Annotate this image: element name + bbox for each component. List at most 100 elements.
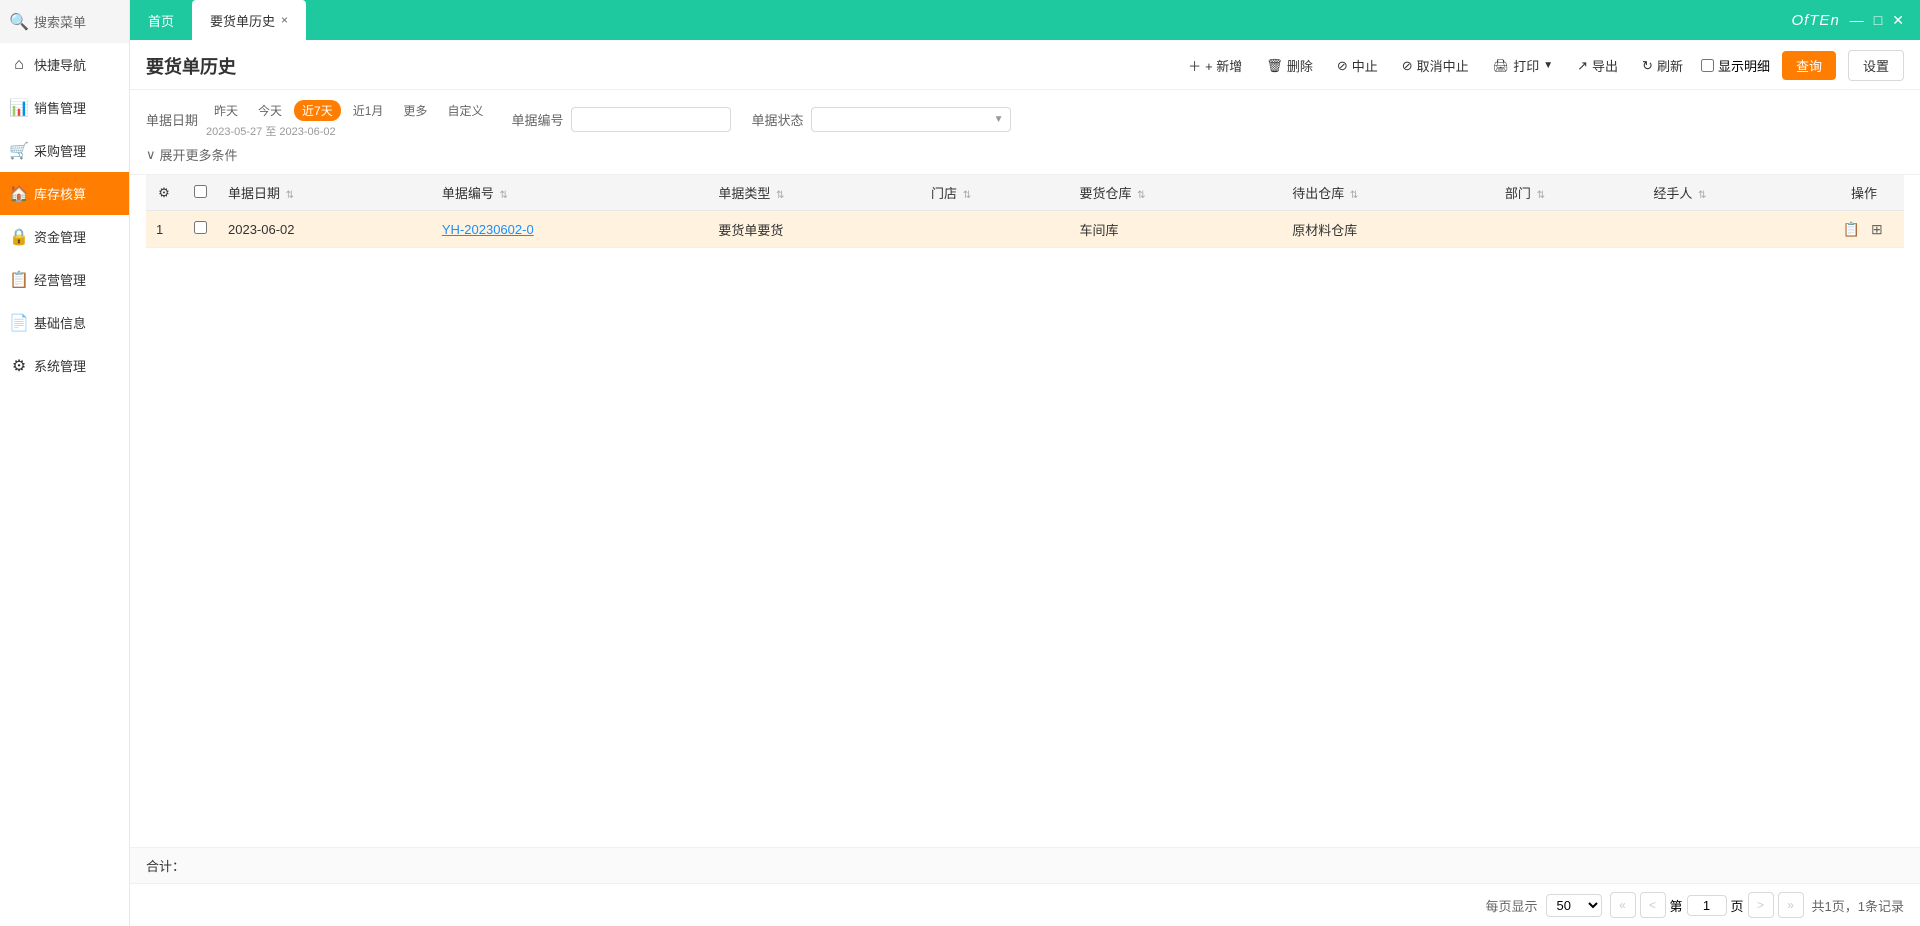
- th-req-warehouse-label: 要货仓库: [1079, 186, 1131, 201]
- tabs-left: 首页 要货单历史 ×: [130, 0, 306, 40]
- refresh-button[interactable]: ↻ 刷新: [1636, 52, 1689, 79]
- sidebar-search[interactable]: 🔍 搜索菜单: [0, 0, 129, 43]
- cell-handler: [1643, 211, 1824, 248]
- date-range-display: 2023-05-27 至 2023-06-02: [206, 123, 491, 139]
- stop-button[interactable]: ⊘ 中止: [1331, 52, 1384, 79]
- search-icon: 🔍: [10, 13, 28, 31]
- th-bill-type[interactable]: 单据类型 ⇅: [708, 175, 921, 211]
- tab-close-icon[interactable]: ×: [281, 13, 288, 27]
- sidebar-item-label: 快捷导航: [34, 55, 86, 74]
- th-checkbox[interactable]: [182, 175, 218, 211]
- home-icon: ⌂: [10, 56, 28, 74]
- bill-no-input[interactable]: [571, 107, 731, 132]
- th-bill-no[interactable]: 单据编号 ⇅: [432, 175, 708, 211]
- date-chip-today[interactable]: 今天: [250, 100, 290, 121]
- row-edit-button[interactable]: 📋: [1840, 218, 1862, 240]
- date-chip-7days[interactable]: 近7天: [294, 100, 341, 121]
- bill-no-label: 单据编号: [511, 110, 563, 129]
- data-table: ⚙ 单据日期 ⇅ 单据编号 ⇅: [146, 175, 1904, 248]
- export-button[interactable]: ↗ 导出: [1571, 52, 1624, 79]
- new-button[interactable]: ＋ + 新增: [1182, 52, 1248, 79]
- cancel-stop-button[interactable]: ⊘ 取消中止: [1396, 52, 1475, 79]
- sidebar-item-system[interactable]: ⚙ 系统管理: [0, 344, 129, 387]
- document-icon: 📄: [10, 314, 28, 332]
- last-page-button[interactable]: »: [1778, 892, 1804, 918]
- table-container: ⚙ 单据日期 ⇅ 单据编号 ⇅: [130, 175, 1920, 847]
- page-unit: 页: [1731, 896, 1744, 915]
- th-date-label: 单据日期: [228, 186, 280, 201]
- lock-icon: 🔒: [10, 228, 28, 246]
- settings-label: 设置: [1863, 56, 1889, 75]
- sidebar-item-label: 销售管理: [34, 98, 86, 117]
- th-pending-warehouse-label: 待出仓库: [1292, 186, 1344, 201]
- row-delete-button[interactable]: ⊞: [1866, 218, 1888, 240]
- date-chip-more[interactable]: 更多: [395, 100, 435, 121]
- table-header-row: ⚙ 单据日期 ⇅ 单据编号 ⇅: [146, 175, 1904, 211]
- cell-checkbox[interactable]: [182, 211, 218, 248]
- new-label: + 新增: [1205, 56, 1242, 75]
- print-button[interactable]: 🖨 打印 ▼: [1487, 52, 1559, 79]
- page-title: 要货单历史: [146, 53, 236, 79]
- plus-icon: ＋: [1188, 56, 1201, 75]
- th-settings[interactable]: ⚙: [146, 175, 182, 211]
- th-dept[interactable]: 部门 ⇅: [1495, 175, 1643, 211]
- page-content: 要货单历史 ＋ + 新增 🗑 删除 ⊘ 中止 ⊘ 取消中止: [130, 40, 1920, 926]
- sidebar-search-label: 搜索菜单: [34, 12, 86, 31]
- next-page-button[interactable]: >: [1748, 892, 1774, 918]
- expand-more-button[interactable]: ∨ 展开更多条件: [146, 145, 1904, 164]
- select-all-checkbox[interactable]: [194, 185, 207, 198]
- date-chip-custom[interactable]: 自定义: [439, 100, 491, 121]
- refresh-icon: ↻: [1642, 58, 1653, 74]
- pagination-bar: 每页显示 20 50 100 « < 第 页 > » 共1页，1条记录: [130, 883, 1920, 926]
- th-dept-label: 部门: [1505, 186, 1531, 201]
- sidebar-item-base-info[interactable]: 📄 基础信息: [0, 301, 129, 344]
- sort-bill-no-icon: ⇅: [500, 190, 508, 201]
- th-handler[interactable]: 经手人 ⇅: [1643, 175, 1824, 211]
- show-detail-checkbox-wrapper[interactable]: 显示明细: [1701, 56, 1770, 75]
- page-input[interactable]: [1687, 895, 1727, 916]
- status-select[interactable]: [811, 107, 1011, 132]
- cell-operation: 📋 ⊞: [1824, 211, 1904, 248]
- th-operation-label: 操作: [1851, 186, 1877, 201]
- th-bill-type-label: 单据类型: [718, 186, 770, 201]
- tab-requisition-history[interactable]: 要货单历史 ×: [192, 0, 306, 40]
- per-page-select[interactable]: 20 50 100: [1546, 894, 1602, 917]
- prev-page-button[interactable]: <: [1640, 892, 1666, 918]
- filter-row: 单据日期 昨天 今天 近7天 近1月 更多 自定义 2023-05-27 至 2…: [146, 100, 1904, 139]
- cell-bill-no[interactable]: YH-20230602-0: [432, 211, 708, 248]
- settings-button[interactable]: 设置: [1848, 50, 1904, 81]
- table-footer: 合计：: [130, 847, 1920, 883]
- row-checkbox[interactable]: [194, 221, 207, 234]
- th-req-warehouse[interactable]: 要货仓库 ⇅: [1069, 175, 1282, 211]
- sidebar-item-finance[interactable]: 🔒 资金管理: [0, 215, 129, 258]
- sidebar-item-operation[interactable]: 📋 经营管理: [0, 258, 129, 301]
- sidebar-item-sales[interactable]: 📊 销售管理: [0, 86, 129, 129]
- sort-bill-type-icon: ⇅: [776, 190, 784, 201]
- minimize-button[interactable]: —: [1850, 12, 1864, 28]
- th-pending-warehouse[interactable]: 待出仓库 ⇅: [1282, 175, 1495, 211]
- tab-home[interactable]: 首页: [130, 0, 192, 40]
- th-store[interactable]: 门店 ⇅: [921, 175, 1069, 211]
- date-chip-yesterday[interactable]: 昨天: [206, 100, 246, 121]
- date-chip-1month[interactable]: 近1月: [345, 100, 392, 121]
- status-label: 单据状态: [751, 110, 803, 129]
- first-page-button[interactable]: «: [1610, 892, 1636, 918]
- sidebar-item-purchase[interactable]: 🛒 采购管理: [0, 129, 129, 172]
- th-date[interactable]: 单据日期 ⇅: [218, 175, 432, 211]
- query-button[interactable]: 查询: [1782, 51, 1836, 80]
- sidebar-item-quick-nav[interactable]: ⌂ 快捷导航: [0, 43, 129, 86]
- bill-no-link[interactable]: YH-20230602-0: [442, 222, 534, 237]
- sort-handler-icon: ⇅: [1698, 190, 1706, 201]
- clipboard-icon: 📋: [10, 271, 28, 289]
- close-window-button[interactable]: ✕: [1892, 12, 1904, 29]
- show-detail-checkbox[interactable]: [1701, 59, 1714, 72]
- inventory-icon: 🏠: [10, 185, 28, 203]
- maximize-button[interactable]: □: [1874, 12, 1882, 28]
- page-label: 第: [1670, 896, 1683, 915]
- page-nav: « < 第 页 > »: [1610, 892, 1804, 918]
- sidebar-item-label: 系统管理: [34, 356, 86, 375]
- export-label: 导出: [1592, 56, 1618, 75]
- sidebar-item-inventory[interactable]: 🏠 库存核算: [0, 172, 129, 215]
- delete-button[interactable]: 🗑 删除: [1260, 52, 1319, 79]
- cell-dept: [1495, 211, 1643, 248]
